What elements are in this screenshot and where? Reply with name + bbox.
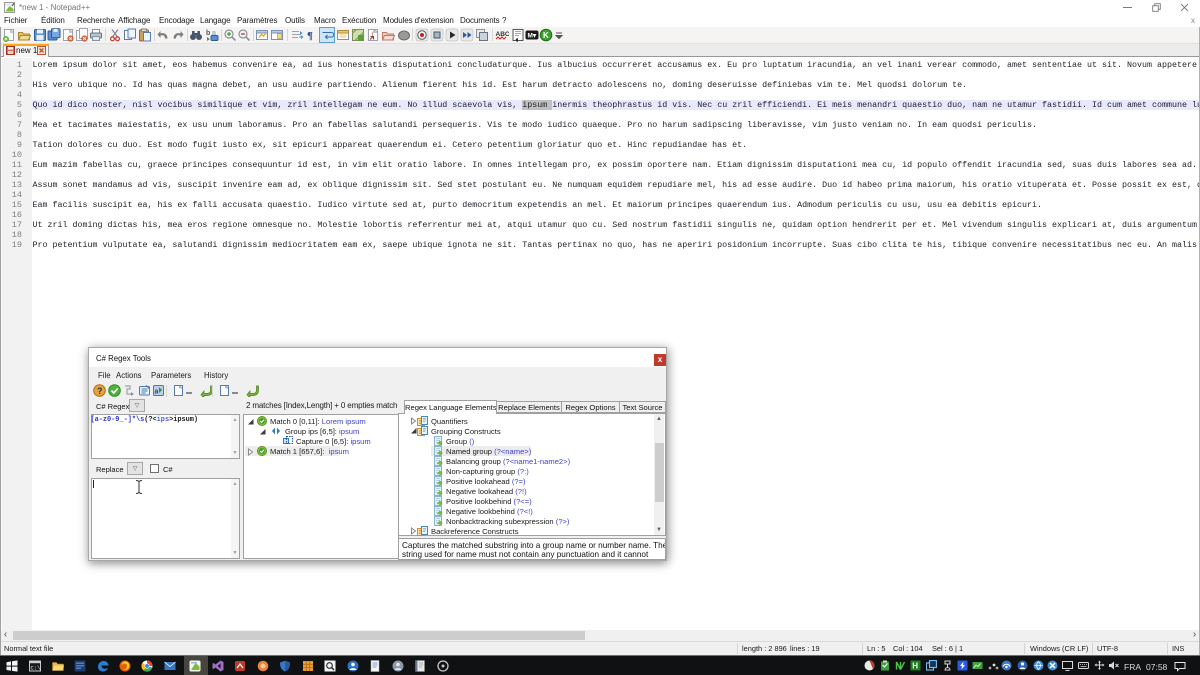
svg-text:M▾: M▾ (528, 32, 537, 39)
svg-text:¶: ¶ (307, 30, 313, 42)
svg-text:C:\: C:\ (31, 665, 41, 672)
svg-text:H: H (912, 662, 918, 671)
svg-text:K: K (543, 30, 549, 39)
svg-text:?: ? (97, 386, 103, 396)
svg-text:b: b (206, 30, 210, 37)
svg-text:a: a (155, 389, 159, 396)
